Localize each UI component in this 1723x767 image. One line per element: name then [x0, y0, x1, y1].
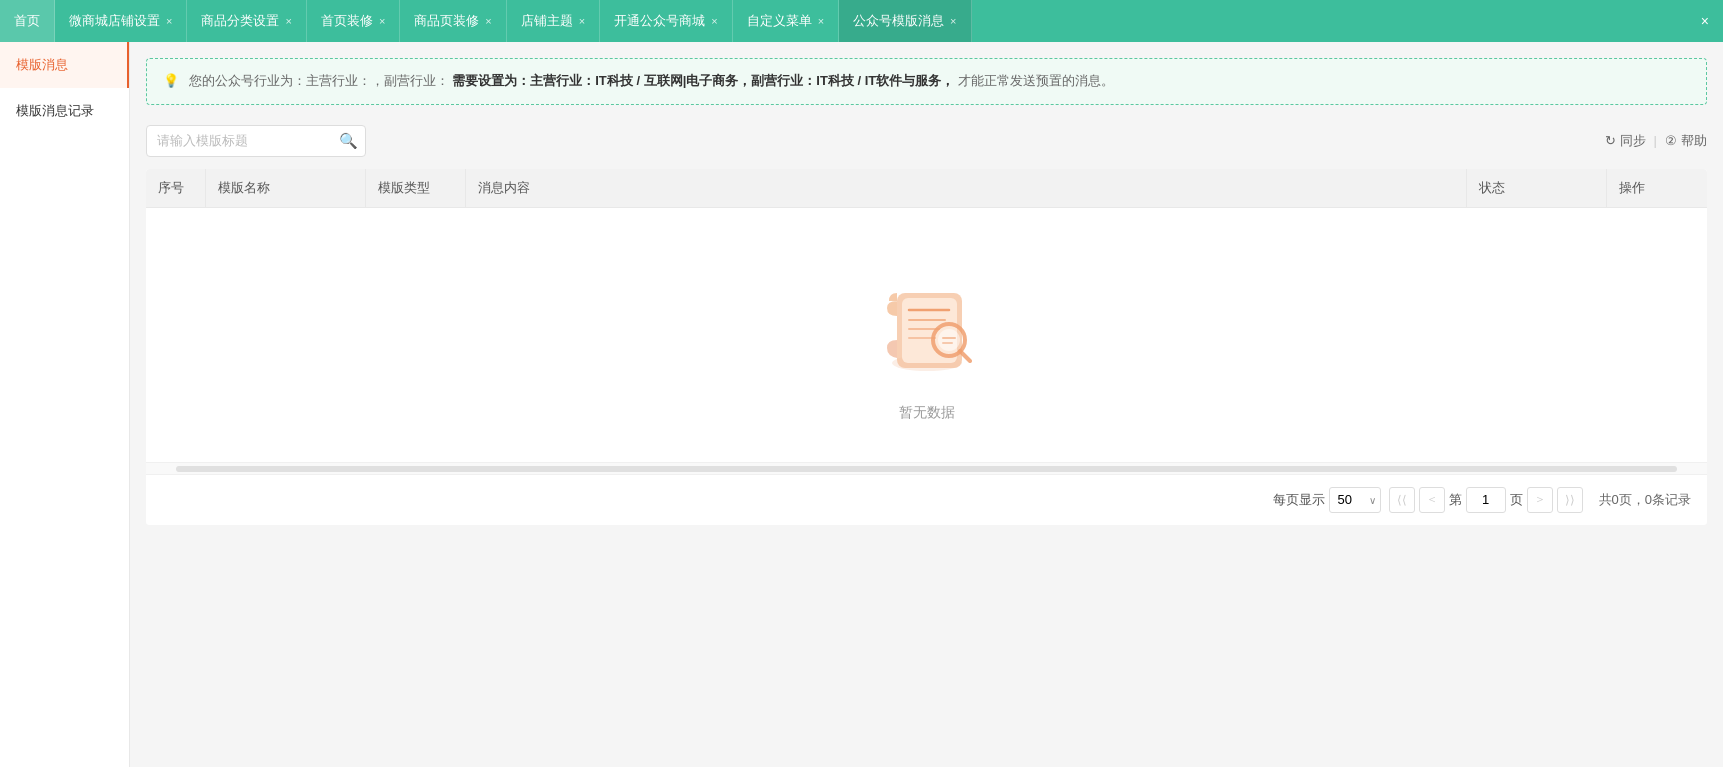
notice-prefix: 您的公众号行业为：主营行业：，副营行业：: [189, 73, 449, 88]
nav-tab-template-msg[interactable]: 公众号模版消息 ×: [839, 0, 971, 42]
nav-tab-shop-theme-label: 店铺主题: [521, 12, 573, 30]
page-size-label: 每页显示: [1273, 491, 1325, 509]
close-wechat-shop[interactable]: ×: [166, 15, 172, 27]
sidebar-item-template-message[interactable]: 模版消息: [0, 42, 129, 88]
bulb-icon: 💡: [163, 73, 179, 88]
sidebar-item-template-message-label: 模版消息: [16, 57, 68, 72]
close-shop-theme[interactable]: ×: [579, 15, 585, 27]
page-prev-button[interactable]: ＜: [1419, 487, 1445, 513]
help-button[interactable]: ② 帮助: [1665, 132, 1707, 150]
nav-tab-home[interactable]: 首页: [0, 0, 55, 42]
search-icon[interactable]: 🔍: [339, 132, 358, 150]
nav-tab-shop-theme[interactable]: 店铺主题 ×: [507, 0, 600, 42]
sync-button[interactable]: ↻ 同步: [1605, 132, 1646, 150]
close-category[interactable]: ×: [285, 15, 291, 27]
data-table: 序号 模版名称 模版类型 消息内容 状态 操作: [146, 169, 1707, 525]
svg-point-8: [938, 329, 960, 351]
nav-tab-open-mall-label: 开通公众号商城: [614, 12, 705, 30]
close-custom-menu[interactable]: ×: [818, 15, 824, 27]
col-type: 模版类型: [366, 169, 466, 207]
nav-tab-wechat-shop-label: 微商城店铺设置: [69, 12, 160, 30]
page-total: 共0页，0条记录: [1599, 491, 1691, 509]
nav-tab-product-decor-label: 商品页装修: [414, 12, 479, 30]
empty-text: 暂无数据: [899, 404, 955, 422]
page-ye-label: 页: [1510, 491, 1523, 509]
notice-highlight: 需要设置为：主营行业：IT科技 / 互联网|电子商务，副营行业：IT科技 / I…: [452, 73, 954, 88]
main-content: 💡 您的公众号行业为：主营行业：，副营行业： 需要设置为：主营行业：IT科技 /…: [130, 42, 1723, 767]
page-nav: ⟨⟨ ＜ 第 页 ＞ ⟩⟩: [1389, 487, 1583, 513]
page-di-label: 第: [1449, 491, 1462, 509]
page-next-button[interactable]: ＞: [1527, 487, 1553, 513]
nav-tab-home-decor-label: 首页装修: [321, 12, 373, 30]
nav-tab-category-label: 商品分类设置: [201, 12, 279, 30]
nav-tab-product-decor[interactable]: 商品页装修 ×: [400, 0, 506, 42]
close-home-decor[interactable]: ×: [379, 15, 385, 27]
col-status: 状态: [1467, 169, 1607, 207]
top-nav: 首页 微商城店铺设置 × 商品分类设置 × 首页装修 × 商品页装修 × 店铺主…: [0, 0, 1723, 42]
actions-divider: |: [1654, 133, 1657, 148]
empty-state: 暂无数据: [146, 208, 1707, 462]
horizontal-scrollbar[interactable]: [146, 462, 1707, 474]
sidebar-item-template-record[interactable]: 模版消息记录: [0, 88, 129, 134]
page-input[interactable]: [1466, 487, 1506, 513]
page-first-button[interactable]: ⟨⟨: [1389, 487, 1415, 513]
col-content: 消息内容: [466, 169, 1467, 207]
nav-tab-category[interactable]: 商品分类设置 ×: [187, 0, 306, 42]
close-all-button[interactable]: ×: [1687, 13, 1723, 29]
sidebar-item-template-record-label: 模版消息记录: [16, 103, 94, 118]
sync-label: 同步: [1620, 132, 1646, 150]
page-size-dropdown[interactable]: 10 20 50 100: [1329, 487, 1381, 513]
main-layout: 模版消息 模版消息记录 💡 您的公众号行业为：主营行业：，副营行业： 需要设置为…: [0, 42, 1723, 767]
scroll-track: [176, 466, 1677, 472]
pagination: 每页显示 10 20 50 100 ⟨⟨ ＜ 第 页: [146, 474, 1707, 525]
nav-tab-open-mall[interactable]: 开通公众号商城 ×: [600, 0, 732, 42]
empty-illustration: [867, 268, 987, 388]
search-bar: 🔍 ↻ 同步 | ② 帮助: [146, 125, 1707, 157]
nav-tab-template-msg-label: 公众号模版消息: [853, 12, 944, 30]
info-notice: 💡 您的公众号行业为：主营行业：，副营行业： 需要设置为：主营行业：IT科技 /…: [146, 58, 1707, 105]
nav-tab-home-decor[interactable]: 首页装修 ×: [307, 0, 400, 42]
nav-tab-wechat-shop[interactable]: 微商城店铺设置 ×: [55, 0, 187, 42]
page-size-wrapper: 10 20 50 100: [1329, 487, 1381, 513]
close-open-mall[interactable]: ×: [711, 15, 717, 27]
table-header: 序号 模版名称 模版类型 消息内容 状态 操作: [146, 169, 1707, 208]
nav-tab-home-label: 首页: [14, 12, 40, 30]
help-icon: ②: [1665, 133, 1677, 148]
search-input[interactable]: [146, 125, 366, 157]
close-template-msg[interactable]: ×: [950, 15, 956, 27]
col-seq: 序号: [146, 169, 206, 207]
search-actions: ↻ 同步 | ② 帮助: [1605, 132, 1707, 150]
page-size-select: 每页显示 10 20 50 100: [1273, 487, 1381, 513]
close-product-decor[interactable]: ×: [485, 15, 491, 27]
col-name: 模版名称: [206, 169, 366, 207]
sync-icon: ↻: [1605, 133, 1616, 148]
sidebar: 模版消息 模版消息记录: [0, 42, 130, 767]
notice-suffix: 才能正常发送预置的消息。: [958, 73, 1114, 88]
col-action: 操作: [1607, 169, 1707, 207]
page-last-button[interactable]: ⟩⟩: [1557, 487, 1583, 513]
search-input-wrap: 🔍: [146, 125, 366, 157]
help-label: 帮助: [1681, 132, 1707, 150]
nav-tab-custom-menu-label: 自定义菜单: [747, 12, 812, 30]
nav-tab-custom-menu[interactable]: 自定义菜单 ×: [733, 0, 839, 42]
